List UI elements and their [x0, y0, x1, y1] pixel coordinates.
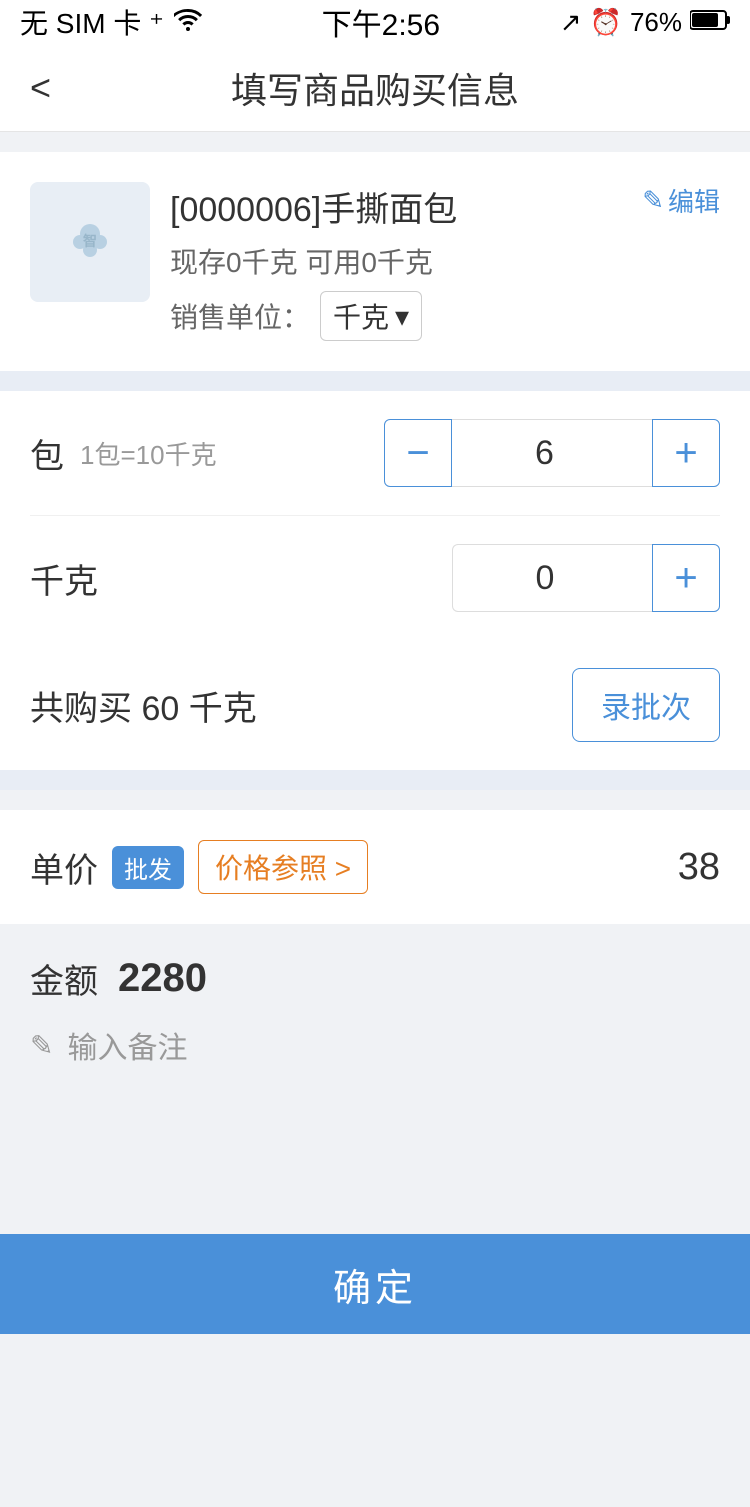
- price-row: 单价 批发 价格参照 > 38: [30, 840, 720, 894]
- remark-placeholder: 输入备注: [67, 1023, 187, 1067]
- qty-plus-kg[interactable]: +: [652, 544, 720, 612]
- alarm-icon: ⏰: [590, 7, 622, 38]
- quantity-row-kg: 千克 +: [30, 516, 720, 640]
- chevron-down-icon: ▾: [395, 300, 409, 333]
- status-left: 无 SIM 卡 ⁺: [20, 2, 202, 42]
- price-label-text: 单价: [30, 843, 98, 892]
- amount-section: 金额 2280 ✎ 输入备注: [0, 924, 750, 1087]
- section-divider-1: [0, 371, 750, 391]
- remark-row[interactable]: ✎ 输入备注: [30, 1023, 720, 1067]
- wifi-icon: [174, 6, 202, 38]
- unit-value: 千克: [333, 296, 389, 336]
- qty-input-kg[interactable]: [452, 544, 652, 612]
- pencil-icon: ✎: [30, 1029, 53, 1062]
- qty-plus-bao[interactable]: +: [652, 419, 720, 487]
- page-title: 填写商品购买信息: [231, 62, 519, 114]
- edit-label: 编辑: [668, 182, 720, 219]
- amount-value: 2280: [118, 956, 207, 1001]
- edit-button[interactable]: ✎ 编辑: [642, 182, 720, 219]
- status-bar: 无 SIM 卡 ⁺ 下午2:56 ↗ ⏰ 76%: [0, 0, 750, 44]
- qty-sublabel-bao: 1包=10千克: [80, 435, 217, 472]
- price-label: 单价 批发 价格参照 >: [30, 840, 368, 894]
- price-ref-button[interactable]: 价格参照 >: [198, 840, 368, 894]
- qty-controls-kg: +: [452, 544, 720, 612]
- qty-label-kg: 千克: [30, 554, 98, 603]
- qty-label-bao: 包 1包=10千克: [30, 429, 217, 478]
- edit-icon: ✎: [642, 185, 664, 216]
- battery-icon: [690, 7, 730, 38]
- sim-label: 无 SIM 卡 ⁺: [20, 2, 164, 42]
- back-button[interactable]: <: [30, 67, 51, 109]
- svg-text:智: 智: [82, 233, 97, 249]
- batch-button[interactable]: 录批次: [572, 668, 720, 742]
- quantity-row-bao: 包 1包=10千克 − +: [30, 391, 720, 516]
- section-divider-2: [0, 770, 750, 790]
- amount-row: 金额 2280: [30, 954, 720, 1003]
- total-section: 共购买 60 千克 录批次: [0, 640, 750, 770]
- qty-controls-bao: − +: [384, 419, 720, 487]
- unit-selector[interactable]: 千克 ▾: [320, 291, 422, 341]
- price-value: 38: [678, 846, 720, 889]
- product-card: 智 [0000006]手撕面包 ✎ 编辑 现存0千克 可用0千克 销售单位： 千…: [0, 152, 750, 371]
- total-text: 共购买 60 千克: [30, 681, 257, 730]
- location-icon: ↗: [560, 7, 582, 38]
- price-section: 单价 批发 价格参照 > 38: [0, 810, 750, 924]
- qty-minus-bao[interactable]: −: [384, 419, 452, 487]
- price-tag: 批发: [112, 846, 184, 889]
- product-unit: 销售单位： 千克 ▾: [170, 291, 720, 341]
- battery-label: 76%: [630, 7, 682, 38]
- quantity-section: 包 1包=10千克 − + 千克 +: [0, 391, 750, 640]
- qty-input-bao[interactable]: [452, 419, 652, 487]
- product-stock: 现存0千克 可用0千克: [170, 241, 720, 281]
- amount-label: 金额: [30, 954, 98, 1003]
- product-image: 智: [30, 182, 150, 302]
- nav-bar: < 填写商品购买信息: [0, 44, 750, 132]
- status-right: ↗ ⏰ 76%: [560, 7, 730, 38]
- qty-unit-kg: 千克: [30, 554, 98, 603]
- product-info: [0000006]手撕面包 ✎ 编辑 现存0千克 可用0千克 销售单位： 千克 …: [170, 182, 720, 341]
- status-time: 下午2:56: [322, 0, 440, 44]
- product-name: [0000006]手撕面包: [170, 182, 457, 231]
- qty-unit-bao: 包: [30, 429, 64, 478]
- confirm-bar[interactable]: 确定: [0, 1234, 750, 1334]
- unit-label: 销售单位：: [170, 296, 310, 336]
- confirm-button[interactable]: 确定: [333, 1257, 417, 1312]
